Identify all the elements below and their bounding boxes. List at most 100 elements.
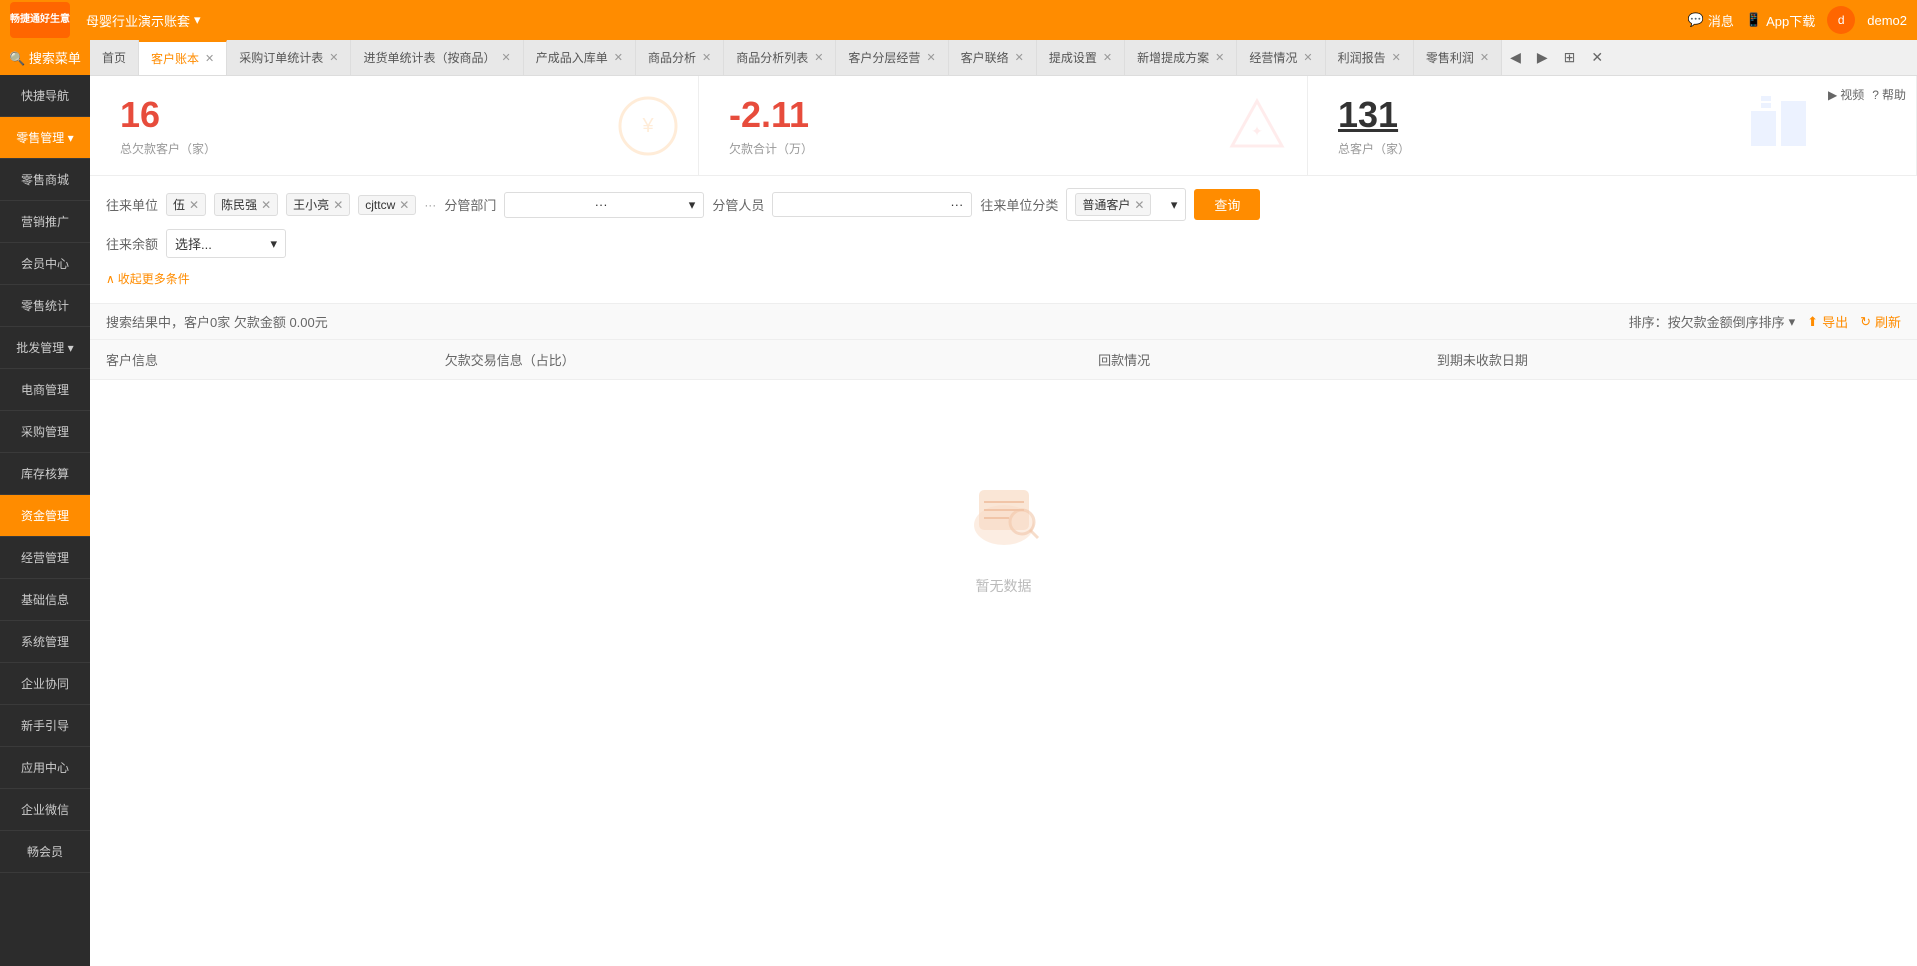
sidebar-item-appcenter[interactable]: 应用中心 [0, 747, 90, 789]
tab-retail-profit-close[interactable]: ✕ [1480, 51, 1489, 64]
filter-dept-select[interactable]: ··· ▾ [504, 192, 704, 218]
svg-text:✦: ✦ [1251, 123, 1263, 139]
table-col-overdue: 到期未收款日期 [1421, 340, 1917, 380]
svg-text:¥: ¥ [641, 115, 654, 137]
filter-tag-wu-close[interactable]: ✕ [189, 198, 199, 212]
filter-tag-wang-text: 王小亮 [293, 196, 329, 213]
filter-remainder-select[interactable]: 选择... ▾ [166, 229, 286, 258]
tab-inbound-stats[interactable]: 进货单统计表（按商品） ✕ [351, 40, 523, 76]
download-btn[interactable]: 📱 App下载 [1746, 11, 1815, 30]
sidebar-item-wechat[interactable]: 企业微信 [0, 789, 90, 831]
filter-unit-type-tag-close[interactable]: ✕ [1134, 198, 1144, 212]
filter-tag-cjttcw[interactable]: cjttcw ✕ [358, 195, 416, 215]
top-bar-left: 畅捷通好生意 母婴行业演示账套 ▾ [10, 2, 209, 38]
filter-unit-type-tag-text: 普通客户 [1082, 196, 1130, 213]
sidebar-item-wholesale[interactable]: 批发管理 ▾ [0, 327, 90, 369]
filter-tag-chen-close[interactable]: ✕ [261, 198, 271, 212]
sidebar-item-retail-stats[interactable]: 零售统计 [0, 285, 90, 327]
sort-selector[interactable]: 排序：按欠款金额倒序排序 ▾ [1629, 312, 1796, 331]
tab-retail-profit[interactable]: 零售利润 ✕ [1414, 40, 1502, 76]
stat-customers-bg-icon [1746, 91, 1816, 154]
stat-debtors-text: 16 总欠款客户（家） [120, 94, 216, 157]
filter-tag-wu[interactable]: 伍 ✕ [166, 193, 206, 216]
tab-next-btn[interactable]: ▶ [1529, 49, 1556, 66]
company-selector[interactable]: 母婴行业演示账套 ▾ [78, 7, 209, 34]
tab-customer-tier[interactable]: 客户分层经营 ✕ [836, 40, 948, 76]
sidebar-item-system[interactable]: 系统管理 [0, 621, 90, 663]
tab-operations-label: 经营情况 [1249, 49, 1297, 66]
tab-new-commission[interactable]: 新增提成方案 ✕ [1125, 40, 1237, 76]
tab-product-analysis-close[interactable]: ✕ [702, 51, 711, 64]
tab-customer-ledger[interactable]: 客户账本 ✕ [139, 40, 227, 76]
sidebar-item-purchase[interactable]: 采购管理 [0, 411, 90, 453]
tab-purchase-order-stats[interactable]: 采购订单统计表 ✕ [227, 40, 351, 76]
filter-tag-cjttcw-close[interactable]: ✕ [399, 198, 409, 212]
tab-production-close[interactable]: ✕ [614, 51, 623, 64]
tab-close-all-btn[interactable]: ✕ [1583, 49, 1611, 66]
sidebar-item-vip[interactable]: 畅会员 [0, 831, 90, 873]
tab-product-analysis-list[interactable]: 商品分析列表 ✕ [724, 40, 836, 76]
collapse-label: 收起更多条件 [118, 270, 190, 287]
message-icon: 💬 [1688, 12, 1704, 28]
tab-customer-contact[interactable]: 客户联络 ✕ [949, 40, 1037, 76]
filter-tag-chen[interactable]: 陈民强 ✕ [214, 193, 278, 216]
refresh-button[interactable]: ↻ 刷新 [1860, 312, 1901, 331]
sidebar-item-finance[interactable]: 资金管理 [0, 495, 90, 537]
filter-tag-cjttcw-text: cjttcw [365, 198, 395, 212]
sidebar-item-basic[interactable]: 基础信息 [0, 579, 90, 621]
tab-profit-report[interactable]: 利润报告 ✕ [1326, 40, 1414, 76]
sidebar-search[interactable]: 🔍 搜索菜单 [0, 40, 90, 75]
user-avatar[interactable]: d [1827, 6, 1855, 34]
sidebar-item-marketing[interactable]: 营销推广 [0, 201, 90, 243]
tab-home-label: 首页 [102, 49, 126, 66]
tab-home[interactable]: 首页 [90, 40, 139, 76]
video-link[interactable]: ▶ 视频 [1828, 86, 1864, 103]
tab-inbound-close[interactable]: ✕ [502, 51, 511, 64]
tab-customer-tier-close[interactable]: ✕ [926, 51, 935, 64]
query-button[interactable]: 查询 [1194, 189, 1260, 220]
tab-prev-btn[interactable]: ◀ [1502, 49, 1529, 66]
tab-product-list-close[interactable]: ✕ [814, 51, 823, 64]
collapse-button[interactable]: ∧ 收起更多条件 [106, 270, 1901, 287]
sidebar-item-inventory[interactable]: 库存核算 [0, 453, 90, 495]
filter-tag-wang[interactable]: 王小亮 ✕ [286, 193, 350, 216]
tab-operations-close[interactable]: ✕ [1303, 51, 1312, 64]
tab-customer-contact-label: 客户联络 [961, 49, 1009, 66]
tab-new-commission-close[interactable]: ✕ [1215, 51, 1224, 64]
filter-more-tags[interactable]: ··· [424, 198, 436, 212]
sidebar-vip-label: 畅会员 [27, 845, 63, 859]
sidebar-item-retailmall[interactable]: 零售商城 [0, 159, 90, 201]
sidebar-ecommerce-label: 电商管理 [21, 383, 69, 397]
tab-purchase-order-close[interactable]: ✕ [329, 51, 338, 64]
filter-person-select[interactable]: ··· [772, 192, 972, 217]
filter-unit-type-tag[interactable]: 普通客户 ✕ [1075, 193, 1151, 216]
tab-operations[interactable]: 经营情况 ✕ [1237, 40, 1325, 76]
tab-customer-contact-close[interactable]: ✕ [1015, 51, 1024, 64]
sidebar-item-operations[interactable]: 经营管理 [0, 537, 90, 579]
sidebar-item-members[interactable]: 会员中心 [0, 243, 90, 285]
tab-menu-btn[interactable]: ⊞ [1556, 49, 1584, 66]
export-button[interactable]: ⬆ 导出 [1807, 312, 1848, 331]
sidebar-marketing-label: 营销推广 [21, 215, 69, 229]
stat-total-customers: 131 总客户（家） ▶ 视频 ? 帮助 [1308, 76, 1917, 175]
message-label: 消息 [1708, 11, 1734, 30]
tab-commission-settings[interactable]: 提成设置 ✕ [1037, 40, 1125, 76]
filter-unit-type-select[interactable]: 普通客户 ✕ ▾ [1066, 188, 1186, 221]
sidebar-item-ecommerce[interactable]: 电商管理 [0, 369, 90, 411]
message-btn[interactable]: 💬 消息 [1688, 11, 1734, 30]
stat-debt-text: -2.11 欠款合计（万） [729, 94, 813, 157]
tab-product-analysis[interactable]: 商品分析 ✕ [636, 40, 724, 76]
sidebar-retail-label: 零售管理 [16, 131, 64, 145]
top-bar-right: 💬 消息 📱 App下载 d demo2 [1688, 6, 1907, 34]
tab-profit-report-close[interactable]: ✕ [1392, 51, 1401, 64]
sidebar-item-collab[interactable]: 企业协同 [0, 663, 90, 705]
tab-commission-close[interactable]: ✕ [1103, 51, 1112, 64]
tab-customer-ledger-close[interactable]: ✕ [205, 52, 214, 65]
sidebar-purchase-label: 采购管理 [21, 425, 69, 439]
help-link[interactable]: ? 帮助 [1872, 86, 1906, 103]
tab-production-inbound[interactable]: 产成品入库单 ✕ [524, 40, 636, 76]
sidebar-item-quicknav[interactable]: 快捷导航 [0, 75, 90, 117]
sidebar-item-retail[interactable]: 零售管理 ▾ [0, 117, 90, 159]
sidebar-item-newbie[interactable]: 新手引导 [0, 705, 90, 747]
filter-tag-wang-close[interactable]: ✕ [333, 198, 343, 212]
